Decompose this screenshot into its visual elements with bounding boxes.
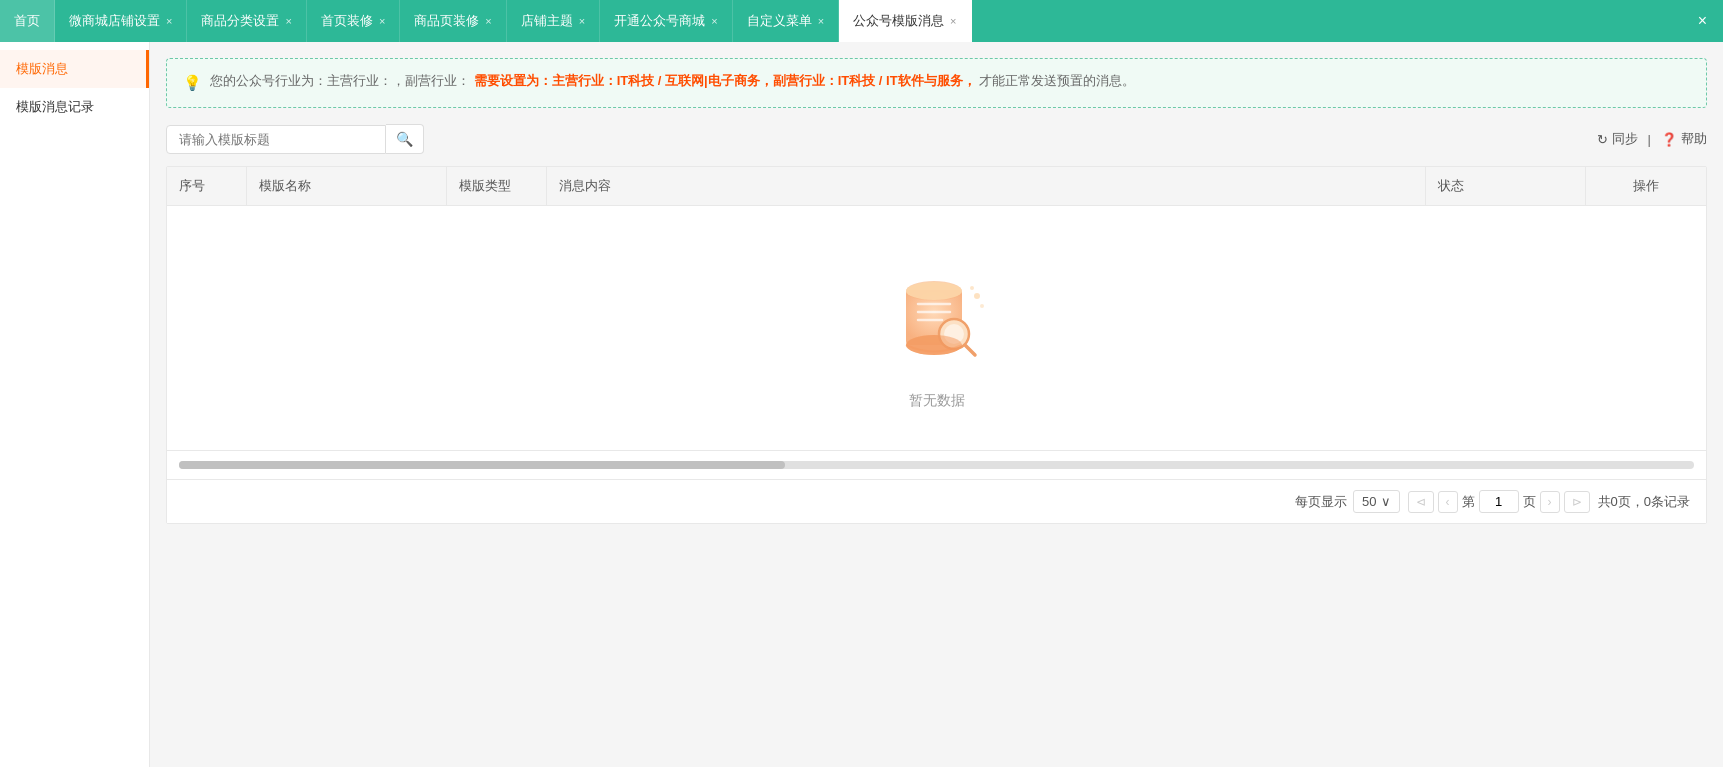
page-size-selector: 每页显示 50 ∨ [1295, 490, 1399, 513]
close-all-button[interactable]: × [1682, 12, 1723, 30]
sync-icon: ↻ [1597, 132, 1608, 147]
content-area: 💡 您的公众号行业为：主营行业：，副营行业： 需要设置为：主营行业：IT科技 /… [150, 42, 1723, 767]
search-input[interactable] [166, 125, 386, 154]
sync-label: 同步 [1612, 130, 1638, 148]
search-bar: 🔍 ↻ 同步 | ❓ 帮助 [166, 124, 1707, 154]
search-button[interactable]: 🔍 [386, 124, 424, 154]
sync-help-area: ↻ 同步 | ❓ 帮助 [1597, 130, 1707, 148]
nav-tab-home-decor-label: 首页装修 [321, 12, 373, 30]
chevron-down-icon: ∨ [1381, 494, 1391, 509]
sidebar: 模版消息 模版消息记录 [0, 42, 150, 767]
close-store-theme-icon[interactable]: × [579, 15, 585, 27]
close-category-icon[interactable]: × [285, 15, 291, 27]
nav-tab-category[interactable]: 商品分类设置 × [187, 0, 306, 42]
nav-tab-store-theme-label: 店铺主题 [521, 12, 573, 30]
svg-point-10 [974, 293, 980, 299]
horizontal-scrollbar[interactable] [167, 450, 1706, 479]
col-header-seq: 序号 [167, 167, 247, 205]
first-page-button[interactable]: ⊲ [1408, 491, 1434, 513]
nav-tab-template-msg-label: 公众号模版消息 [853, 12, 944, 30]
table-header: 序号 模版名称 模版类型 消息内容 状态 操作 [167, 167, 1706, 206]
svg-line-9 [965, 345, 975, 355]
nav-tab-home-decor[interactable]: 首页装修 × [307, 0, 400, 42]
scrollbar-track [179, 461, 1694, 469]
close-custom-menu-icon[interactable]: × [818, 15, 824, 27]
notice-icon: 💡 [183, 71, 202, 95]
nav-tab-micro-store[interactable]: 微商城店铺设置 × [55, 0, 187, 42]
page-summary: 共0页，0条记录 [1598, 493, 1690, 511]
close-open-mall-icon[interactable]: × [711, 15, 717, 27]
toolbar-divider: | [1648, 132, 1651, 147]
nav-tab-store-theme[interactable]: 店铺主题 × [507, 0, 600, 42]
help-button[interactable]: ❓ 帮助 [1661, 130, 1707, 148]
top-navigation: 首页 微商城店铺设置 × 商品分类设置 × 首页装修 × 商品页装修 × 店铺主… [0, 0, 1723, 42]
notice-suffix: 才能正常发送预置的消息。 [979, 73, 1135, 88]
svg-point-11 [980, 304, 984, 308]
page-navigation: ⊲ ‹ 第 页 › ⊳ [1408, 490, 1590, 513]
nav-tab-category-label: 商品分类设置 [201, 12, 279, 30]
close-home-decor-icon[interactable]: × [379, 15, 385, 27]
sidebar-item-template-msg-label: 模版消息 [16, 61, 68, 76]
col-header-action: 操作 [1586, 167, 1706, 205]
sync-button[interactable]: ↻ 同步 [1597, 130, 1638, 148]
nav-tab-open-mall-label: 开通公众号商城 [614, 12, 705, 30]
empty-illustration [882, 266, 992, 376]
last-page-button[interactable]: ⊳ [1564, 491, 1590, 513]
svg-point-12 [970, 286, 974, 290]
search-icon: 🔍 [396, 131, 413, 147]
page-size-select-box[interactable]: 50 ∨ [1353, 490, 1399, 513]
page-number-input[interactable] [1479, 490, 1519, 513]
page-prefix-label: 第 [1462, 493, 1475, 511]
main-layout: 模版消息 模版消息记录 💡 您的公众号行业为：主营行业：，副营行业： 需要设置为… [0, 42, 1723, 767]
page-size-label: 每页显示 [1295, 493, 1347, 511]
nav-tab-template-msg[interactable]: 公众号模版消息 × [839, 0, 971, 42]
col-header-content: 消息内容 [547, 167, 1426, 205]
help-label: 帮助 [1681, 130, 1707, 148]
next-page-button[interactable]: › [1540, 491, 1560, 513]
notice-highlight: 需要设置为：主营行业：IT科技 / 互联网|电子商务，副营行业：IT科技 / I… [474, 73, 976, 88]
sidebar-item-template-record-label: 模版消息记录 [16, 99, 94, 114]
prev-page-button[interactable]: ‹ [1438, 491, 1458, 513]
empty-state: 暂无数据 [167, 206, 1706, 450]
page-size-value: 50 [1362, 494, 1376, 509]
col-header-status: 状态 [1426, 167, 1586, 205]
col-header-type: 模版类型 [447, 167, 547, 205]
nav-tab-home[interactable]: 首页 [0, 0, 55, 42]
notice-prefix: 您的公众号行业为：主营行业：，副营行业： [210, 73, 470, 88]
nav-tab-open-mall[interactable]: 开通公众号商城 × [600, 0, 732, 42]
close-micro-store-icon[interactable]: × [166, 15, 172, 27]
col-header-name: 模版名称 [247, 167, 447, 205]
scrollbar-thumb[interactable] [179, 461, 785, 469]
notice-text: 您的公众号行业为：主营行业：，副营行业： 需要设置为：主营行业：IT科技 / 互… [210, 71, 1135, 92]
nav-tab-product-decor-label: 商品页装修 [414, 12, 479, 30]
page-unit-label: 页 [1523, 493, 1536, 511]
empty-text: 暂无数据 [909, 392, 965, 410]
nav-tab-custom-menu-label: 自定义菜单 [747, 12, 812, 30]
nav-tab-custom-menu[interactable]: 自定义菜单 × [733, 0, 839, 42]
data-table: 序号 模版名称 模版类型 消息内容 状态 操作 [166, 166, 1707, 524]
sidebar-item-template-record[interactable]: 模版消息记录 [0, 88, 149, 126]
close-product-decor-icon[interactable]: × [485, 15, 491, 27]
pagination: 每页显示 50 ∨ ⊲ ‹ 第 页 › ⊳ 共0页，0条记录 [167, 479, 1706, 523]
help-icon: ❓ [1661, 132, 1677, 147]
nav-tab-micro-store-label: 微商城店铺设置 [69, 12, 160, 30]
sidebar-item-template-msg[interactable]: 模版消息 [0, 50, 149, 88]
close-template-msg-icon[interactable]: × [950, 15, 956, 27]
nav-tab-product-decor[interactable]: 商品页装修 × [400, 0, 506, 42]
svg-point-3 [906, 282, 962, 300]
nav-tab-home-label: 首页 [14, 12, 40, 30]
notice-banner: 💡 您的公众号行业为：主营行业：，副营行业： 需要设置为：主营行业：IT科技 /… [166, 58, 1707, 108]
